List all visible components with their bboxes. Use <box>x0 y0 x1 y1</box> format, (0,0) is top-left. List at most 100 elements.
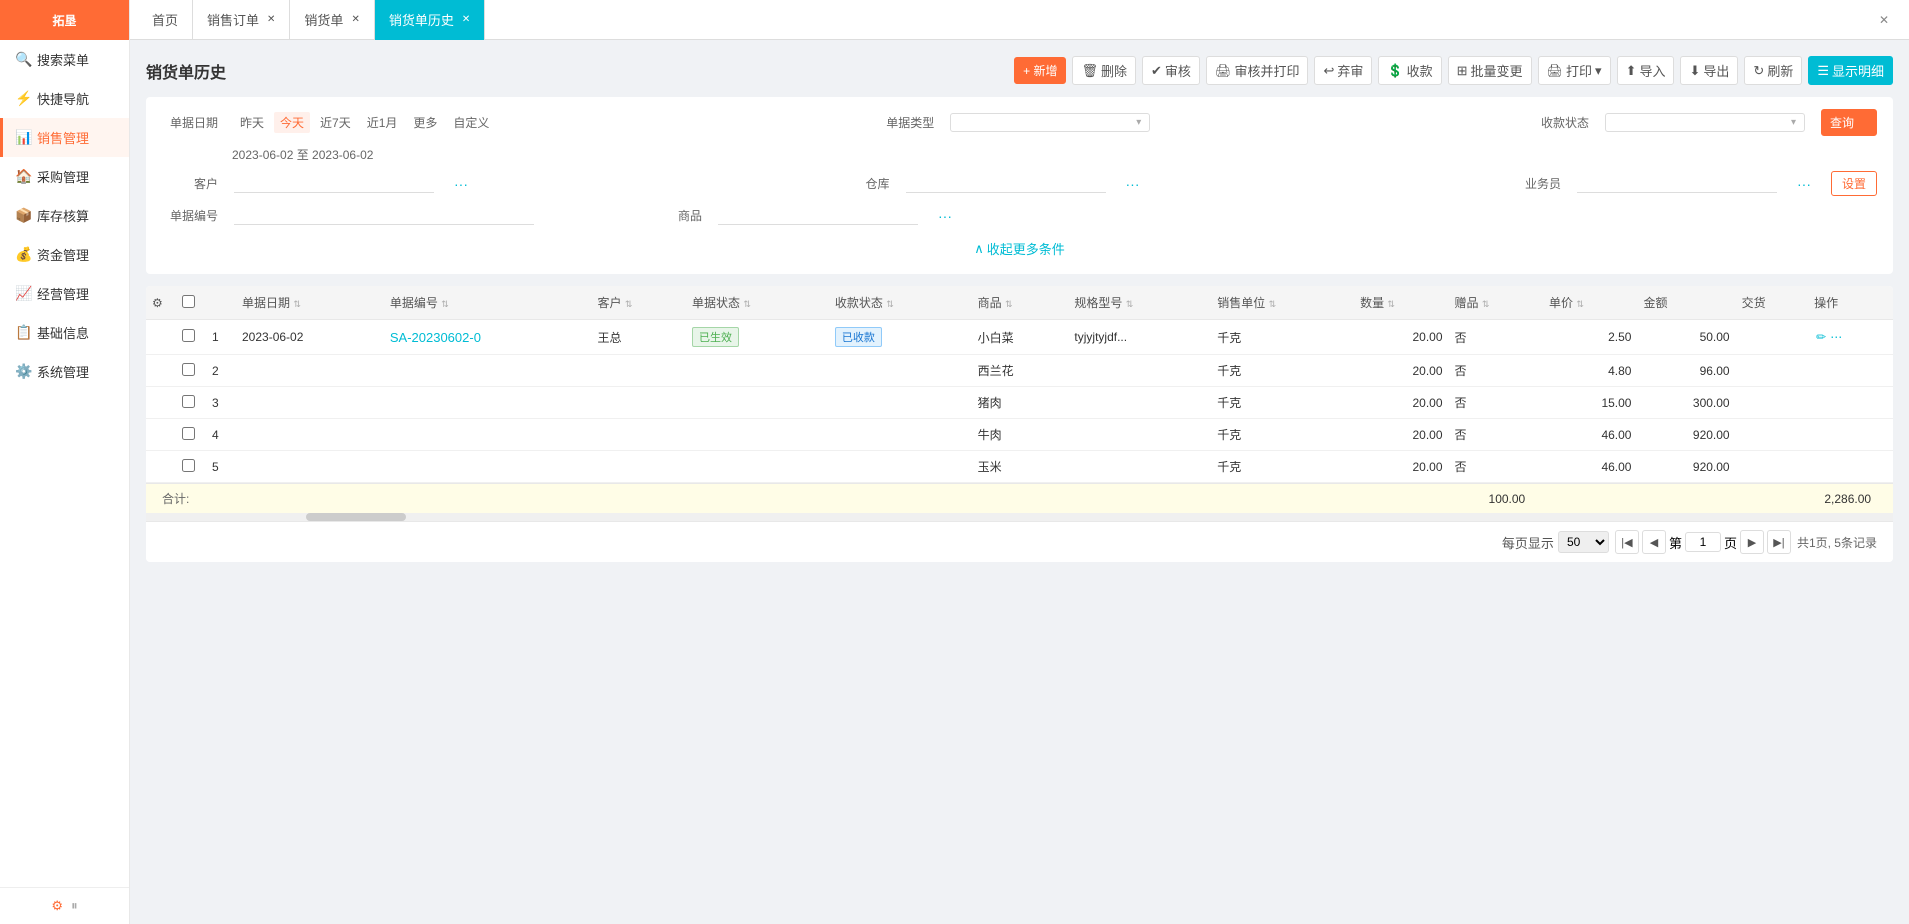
col-quantity[interactable]: 数量 ⇅ <box>1354 286 1448 320</box>
sidebar-bottom-icon2[interactable]: ⏸ <box>71 898 78 914</box>
table-cell <box>236 451 384 483</box>
col-customer[interactable]: 客户 ⇅ <box>592 286 686 320</box>
col-unit[interactable]: 销售单位 ⇅ <box>1211 286 1354 320</box>
col-price[interactable]: 单价 ⇅ <box>1543 286 1637 320</box>
select-all-checkbox[interactable] <box>182 295 195 308</box>
delete-button[interactable]: 🗑 删除 <box>1072 56 1136 85</box>
date-yesterday[interactable]: 昨天 <box>234 112 270 133</box>
col-amount[interactable]: 金额 <box>1637 286 1735 320</box>
col-date[interactable]: 单据日期 ⇅ <box>236 286 384 320</box>
row-checkbox[interactable] <box>176 387 206 419</box>
sidebar-item-search[interactable]: 🔍 搜索菜单 <box>0 40 129 79</box>
edit-action-btn[interactable]: ✏ <box>1814 330 1828 344</box>
sidebar-item-purchase[interactable]: 🏠 采购管理 <box>0 157 129 196</box>
goods-dots[interactable]: ··· <box>934 208 956 224</box>
table-scrollbar[interactable] <box>146 513 1893 521</box>
row-select-checkbox[interactable] <box>182 395 195 408</box>
row-select-checkbox[interactable] <box>182 427 195 440</box>
print-button[interactable]: 🖨 打印 ▾ <box>1538 56 1611 85</box>
col-number[interactable]: 单据编号 ⇅ <box>384 286 592 320</box>
doc-number-link[interactable]: SA-20230602-0 <box>390 330 481 345</box>
refresh-button[interactable]: ↻ 刷新 <box>1744 56 1802 85</box>
sidebar-bottom-icon1[interactable]: ⚙ <box>51 898 63 914</box>
col-check[interactable] <box>176 286 206 320</box>
row-checkbox[interactable] <box>176 419 206 451</box>
row-checkbox[interactable] <box>176 451 206 483</box>
prev-page-btn[interactable]: ◀ <box>1642 530 1666 554</box>
new-button[interactable]: + 新增 <box>1014 57 1066 84</box>
col-settings[interactable]: ⚙ <box>146 286 176 320</box>
sidebar-item-basic[interactable]: 📋 基础信息 <box>0 313 129 352</box>
export-button[interactable]: ⬇ 导出 <box>1680 56 1738 85</box>
query-button[interactable]: 查询 <box>1821 109 1877 136</box>
more-action-btn[interactable]: ⋯ <box>1828 330 1844 344</box>
row-select-checkbox[interactable] <box>182 459 195 472</box>
table-cell: 玉米 <box>972 451 1069 483</box>
settings-button[interactable]: 设置 <box>1831 171 1877 196</box>
collect-status-select[interactable]: ▾ <box>1605 113 1805 132</box>
sidebar-item-quicknav[interactable]: ⚡ 快捷导航 <box>0 79 129 118</box>
batch-change-button[interactable]: ⊞ 批量变更 <box>1448 56 1532 85</box>
page-navigation: |◀ ◀ 第 页 ▶ ▶| <box>1615 530 1791 554</box>
table-cell: 15.00 <box>1543 387 1637 419</box>
sidebar-item-finance[interactable]: 💰 资金管理 <box>0 235 129 274</box>
date-today[interactable]: 今天 <box>274 112 310 133</box>
audit-button[interactable]: ✔ 审核 <box>1142 56 1200 85</box>
col-doc-status[interactable]: 单据状态 ⇅ <box>686 286 829 320</box>
basic-icon: 📋 <box>15 324 31 341</box>
col-gift[interactable]: 赠品 ⇅ <box>1449 286 1543 320</box>
staff-dots[interactable]: ··· <box>1793 176 1815 192</box>
tab-home[interactable]: 首页 <box>138 0 193 40</box>
row-checkbox[interactable] <box>176 320 206 355</box>
customer-input[interactable] <box>234 174 434 193</box>
col-spec[interactable]: 规格型号 ⇅ <box>1068 286 1211 320</box>
page-header: 销货单历史 + 新增 🗑 删除 ✔ 审核 🖨 审核并打印 ↩ 弃审 <box>146 56 1893 85</box>
table-cell: 1 <box>206 320 236 355</box>
col-goods[interactable]: 商品 ⇅ <box>972 286 1069 320</box>
col-exchange[interactable]: 交货 <box>1736 286 1809 320</box>
warehouse-dots[interactable]: ··· <box>1122 176 1144 192</box>
sidebar-item-inventory[interactable]: 📦 库存核算 <box>0 196 129 235</box>
doc-number-input[interactable] <box>234 206 534 225</box>
doc-type-select[interactable]: ▾ <box>950 113 1150 132</box>
date-custom[interactable]: 自定义 <box>447 112 495 133</box>
date-1month[interactable]: 近1月 <box>361 112 404 133</box>
page-input[interactable] <box>1685 532 1721 552</box>
row-select-checkbox[interactable] <box>182 329 195 342</box>
customer-dots[interactable]: ··· <box>450 176 472 192</box>
sidebar-item-system[interactable]: ⚙️ 系统管理 <box>0 352 129 391</box>
show-details-button[interactable]: ☰ 显示明细 <box>1808 56 1893 85</box>
tab-sales-delivery-close[interactable]: ✕ <box>351 14 359 25</box>
audit-print-button[interactable]: 🖨 审核并打印 <box>1206 56 1309 85</box>
date-more[interactable]: 更多 <box>407 112 443 133</box>
tab-sales-delivery[interactable]: 销货单 ✕ <box>290 0 374 40</box>
sidebar-item-sales[interactable]: 📊 销售管理 <box>0 118 129 157</box>
close-all-tabs[interactable]: ✕ <box>1867 13 1901 27</box>
collect-button[interactable]: 💲 收款 <box>1378 56 1441 85</box>
col-collect-status[interactable]: 收款状态 ⇅ <box>829 286 972 320</box>
abandon-button[interactable]: ↩ 弃审 <box>1314 56 1372 85</box>
page-label: 第 <box>1669 533 1682 552</box>
tab-sales-history[interactable]: 销货单历史 ✕ <box>375 0 485 40</box>
per-page-dropdown[interactable]: 50 100 200 <box>1558 531 1609 553</box>
row-select-checkbox[interactable] <box>182 363 195 376</box>
sidebar-item-label: 库存核算 <box>37 206 89 225</box>
warehouse-input[interactable] <box>906 174 1106 193</box>
staff-input[interactable] <box>1577 174 1777 193</box>
last-page-btn[interactable]: ▶| <box>1767 530 1791 554</box>
goods-input[interactable] <box>718 206 918 225</box>
sidebar-item-operations[interactable]: 📈 经营管理 <box>0 274 129 313</box>
date-7days[interactable]: 近7天 <box>314 112 357 133</box>
tab-sales-history-close[interactable]: ✕ <box>462 14 470 25</box>
row-checkbox[interactable] <box>176 355 206 387</box>
first-page-btn[interactable]: |◀ <box>1615 530 1639 554</box>
scrollbar-thumb[interactable] <box>306 513 406 521</box>
import-button[interactable]: ⬆ 导入 <box>1617 56 1675 85</box>
col-action: 操作 <box>1808 286 1893 320</box>
tab-sales-order[interactable]: 销售订单 ✕ <box>193 0 290 40</box>
next-page-btn[interactable]: ▶ <box>1740 530 1764 554</box>
collapse-button[interactable]: ∧ 收起更多条件 <box>162 235 1877 262</box>
tab-sales-order-close[interactable]: ✕ <box>267 14 275 25</box>
doc-number-cell[interactable]: SA-20230602-0 <box>384 320 592 355</box>
toolbar: + 新增 🗑 删除 ✔ 审核 🖨 审核并打印 ↩ 弃审 <box>1014 56 1893 85</box>
